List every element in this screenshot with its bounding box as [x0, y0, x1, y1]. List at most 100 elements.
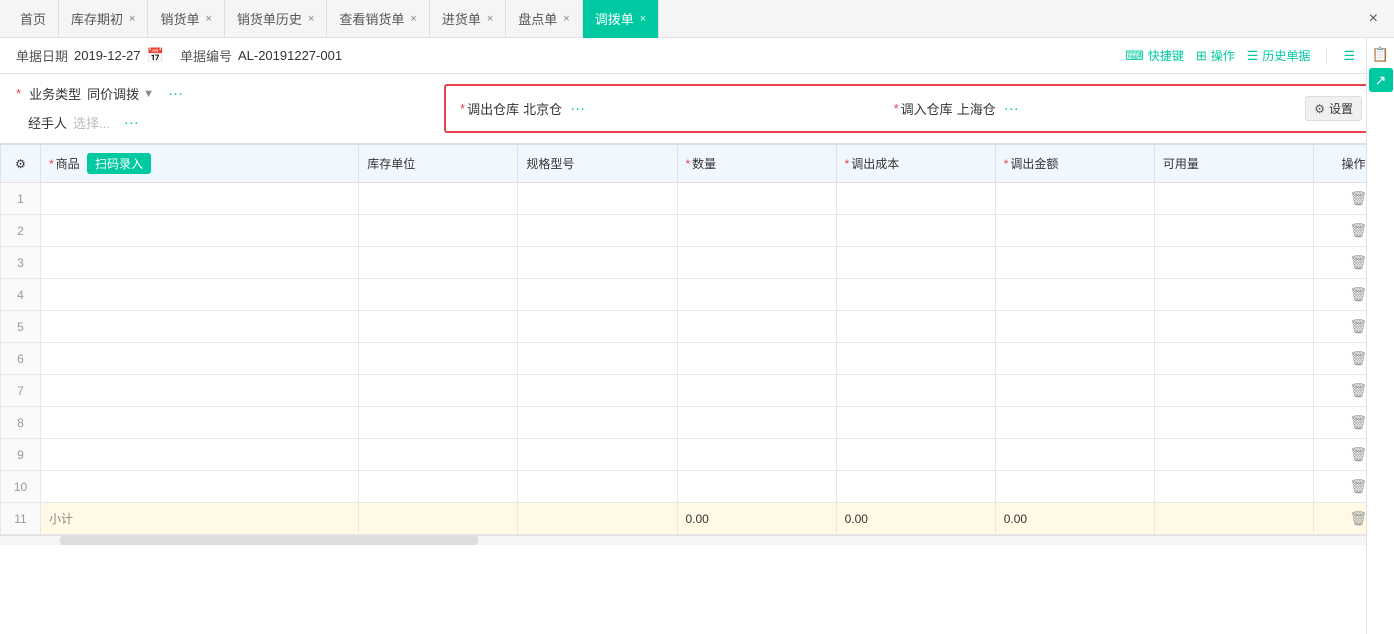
- cell-available-8[interactable]: [1154, 407, 1313, 439]
- cell-product-1[interactable]: [41, 183, 359, 215]
- cell-cost-5[interactable]: [836, 311, 995, 343]
- close-tab-purchase[interactable]: ×: [487, 13, 493, 25]
- cell-cost-8[interactable]: [836, 407, 995, 439]
- tab-view-sales[interactable]: 查看销货单 ×: [327, 0, 429, 38]
- cell-product-10[interactable]: [41, 471, 359, 503]
- cell-unit-9[interactable]: [359, 439, 518, 471]
- tab-home[interactable]: 首页: [8, 0, 59, 38]
- cell-cost-1[interactable]: [836, 183, 995, 215]
- cell-unit-4[interactable]: [359, 279, 518, 311]
- cell-amount-3[interactable]: [995, 247, 1154, 279]
- gear-settings-icon[interactable]: ⚙: [15, 157, 26, 171]
- cell-product-9[interactable]: [41, 439, 359, 471]
- cell-spec-2[interactable]: [518, 215, 677, 247]
- cell-amount-6[interactable]: [995, 343, 1154, 375]
- cell-product-7[interactable]: [41, 375, 359, 407]
- cell-unit-5[interactable]: [359, 311, 518, 343]
- cell-cost-6[interactable]: [836, 343, 995, 375]
- tab-stocktake[interactable]: 盘点单 ×: [506, 0, 582, 38]
- tab-sales-history[interactable]: 销货单历史 ×: [225, 0, 327, 38]
- close-tab-stocktake[interactable]: ×: [563, 13, 569, 25]
- sidebar-notes-btn[interactable]: 📋: [1369, 42, 1393, 66]
- cell-available-4[interactable]: [1154, 279, 1313, 311]
- scroll-thumb[interactable]: [60, 536, 478, 545]
- cell-qty-8[interactable]: [677, 407, 836, 439]
- close-tab-sales-history[interactable]: ×: [308, 13, 314, 25]
- close-all-tabs[interactable]: ×: [1361, 10, 1386, 28]
- cell-amount-4[interactable]: [995, 279, 1154, 311]
- cell-cost-4[interactable]: [836, 279, 995, 311]
- cell-product-8[interactable]: [41, 407, 359, 439]
- sidebar-expand-btn[interactable]: ↗: [1369, 68, 1393, 92]
- in-warehouse-more[interactable]: ···: [1004, 100, 1019, 117]
- delete-icon-8[interactable]: 🗑: [1349, 414, 1367, 431]
- cell-available-3[interactable]: [1154, 247, 1313, 279]
- cell-unit-10[interactable]: [359, 471, 518, 503]
- close-tab-sales-order[interactable]: ×: [205, 13, 211, 25]
- scan-barcode-btn[interactable]: 扫码录入: [87, 153, 151, 174]
- handler-value[interactable]: 选择...: [73, 113, 110, 132]
- cell-qty-10[interactable]: [677, 471, 836, 503]
- operations-btn[interactable]: ⊞ 操作: [1196, 47, 1235, 64]
- cell-qty-9[interactable]: [677, 439, 836, 471]
- cell-unit-2[interactable]: [359, 215, 518, 247]
- cell-qty-6[interactable]: [677, 343, 836, 375]
- cell-product-4[interactable]: [41, 279, 359, 311]
- cell-product-5[interactable]: [41, 311, 359, 343]
- cell-available-2[interactable]: [1154, 215, 1313, 247]
- cell-cost-10[interactable]: [836, 471, 995, 503]
- cell-qty-4[interactable]: [677, 279, 836, 311]
- cell-qty-5[interactable]: [677, 311, 836, 343]
- delete-icon-7[interactable]: 🗑: [1349, 382, 1367, 399]
- delete-icon-6[interactable]: 🗑: [1349, 350, 1367, 367]
- cell-cost-9[interactable]: [836, 439, 995, 471]
- cell-cost-3[interactable]: [836, 247, 995, 279]
- delete-icon-11[interactable]: 🗑: [1349, 510, 1367, 527]
- delete-icon-5[interactable]: 🗑: [1349, 318, 1367, 335]
- cell-qty-3[interactable]: [677, 247, 836, 279]
- cell-unit-1[interactable]: [359, 183, 518, 215]
- cell-available-6[interactable]: [1154, 343, 1313, 375]
- cell-spec-8[interactable]: [518, 407, 677, 439]
- delete-icon-9[interactable]: 🗑: [1349, 446, 1367, 463]
- cell-spec-1[interactable]: [518, 183, 677, 215]
- close-tab-inventory-init[interactable]: ×: [129, 13, 135, 25]
- cell-spec-6[interactable]: [518, 343, 677, 375]
- cell-unit-3[interactable]: [359, 247, 518, 279]
- tab-sales-order[interactable]: 销货单 ×: [148, 0, 224, 38]
- cell-available-5[interactable]: [1154, 311, 1313, 343]
- cell-amount-8[interactable]: [995, 407, 1154, 439]
- cell-cost-2[interactable]: [836, 215, 995, 247]
- delete-icon-4[interactable]: 🗑: [1349, 286, 1367, 303]
- cell-unit-7[interactable]: [359, 375, 518, 407]
- cell-spec-4[interactable]: [518, 279, 677, 311]
- cell-unit-8[interactable]: [359, 407, 518, 439]
- delete-icon-3[interactable]: 🗑: [1349, 254, 1367, 271]
- tab-inventory-init[interactable]: 库存期初 ×: [59, 0, 148, 38]
- history-btn[interactable]: ☰ 历史单据: [1247, 47, 1311, 64]
- tab-transfer[interactable]: 调拨单 ×: [583, 0, 659, 38]
- business-type-select[interactable]: 同价调拨 ▼: [87, 84, 154, 103]
- cell-spec-10[interactable]: [518, 471, 677, 503]
- cell-unit-6[interactable]: [359, 343, 518, 375]
- list-view-icon[interactable]: ☰: [1343, 48, 1355, 64]
- cell-available-1[interactable]: [1154, 183, 1313, 215]
- delete-icon-10[interactable]: 🗑: [1349, 478, 1367, 495]
- cell-amount-5[interactable]: [995, 311, 1154, 343]
- cell-amount-10[interactable]: [995, 471, 1154, 503]
- handler-more[interactable]: ···: [124, 114, 139, 131]
- delete-icon-2[interactable]: 🗑: [1349, 222, 1367, 239]
- delete-icon-1[interactable]: 🗑: [1349, 190, 1367, 207]
- cell-spec-5[interactable]: [518, 311, 677, 343]
- cell-product-6[interactable]: [41, 343, 359, 375]
- cell-qty-7[interactable]: [677, 375, 836, 407]
- cell-available-9[interactable]: [1154, 439, 1313, 471]
- cell-amount-9[interactable]: [995, 439, 1154, 471]
- out-warehouse-value[interactable]: 北京仓: [523, 99, 562, 118]
- cell-available-7[interactable]: [1154, 375, 1313, 407]
- th-gear[interactable]: ⚙: [1, 145, 41, 183]
- cell-spec-3[interactable]: [518, 247, 677, 279]
- cell-amount-2[interactable]: [995, 215, 1154, 247]
- shortcuts-btn[interactable]: ⌨ 快捷键: [1125, 47, 1184, 64]
- cell-amount-7[interactable]: [995, 375, 1154, 407]
